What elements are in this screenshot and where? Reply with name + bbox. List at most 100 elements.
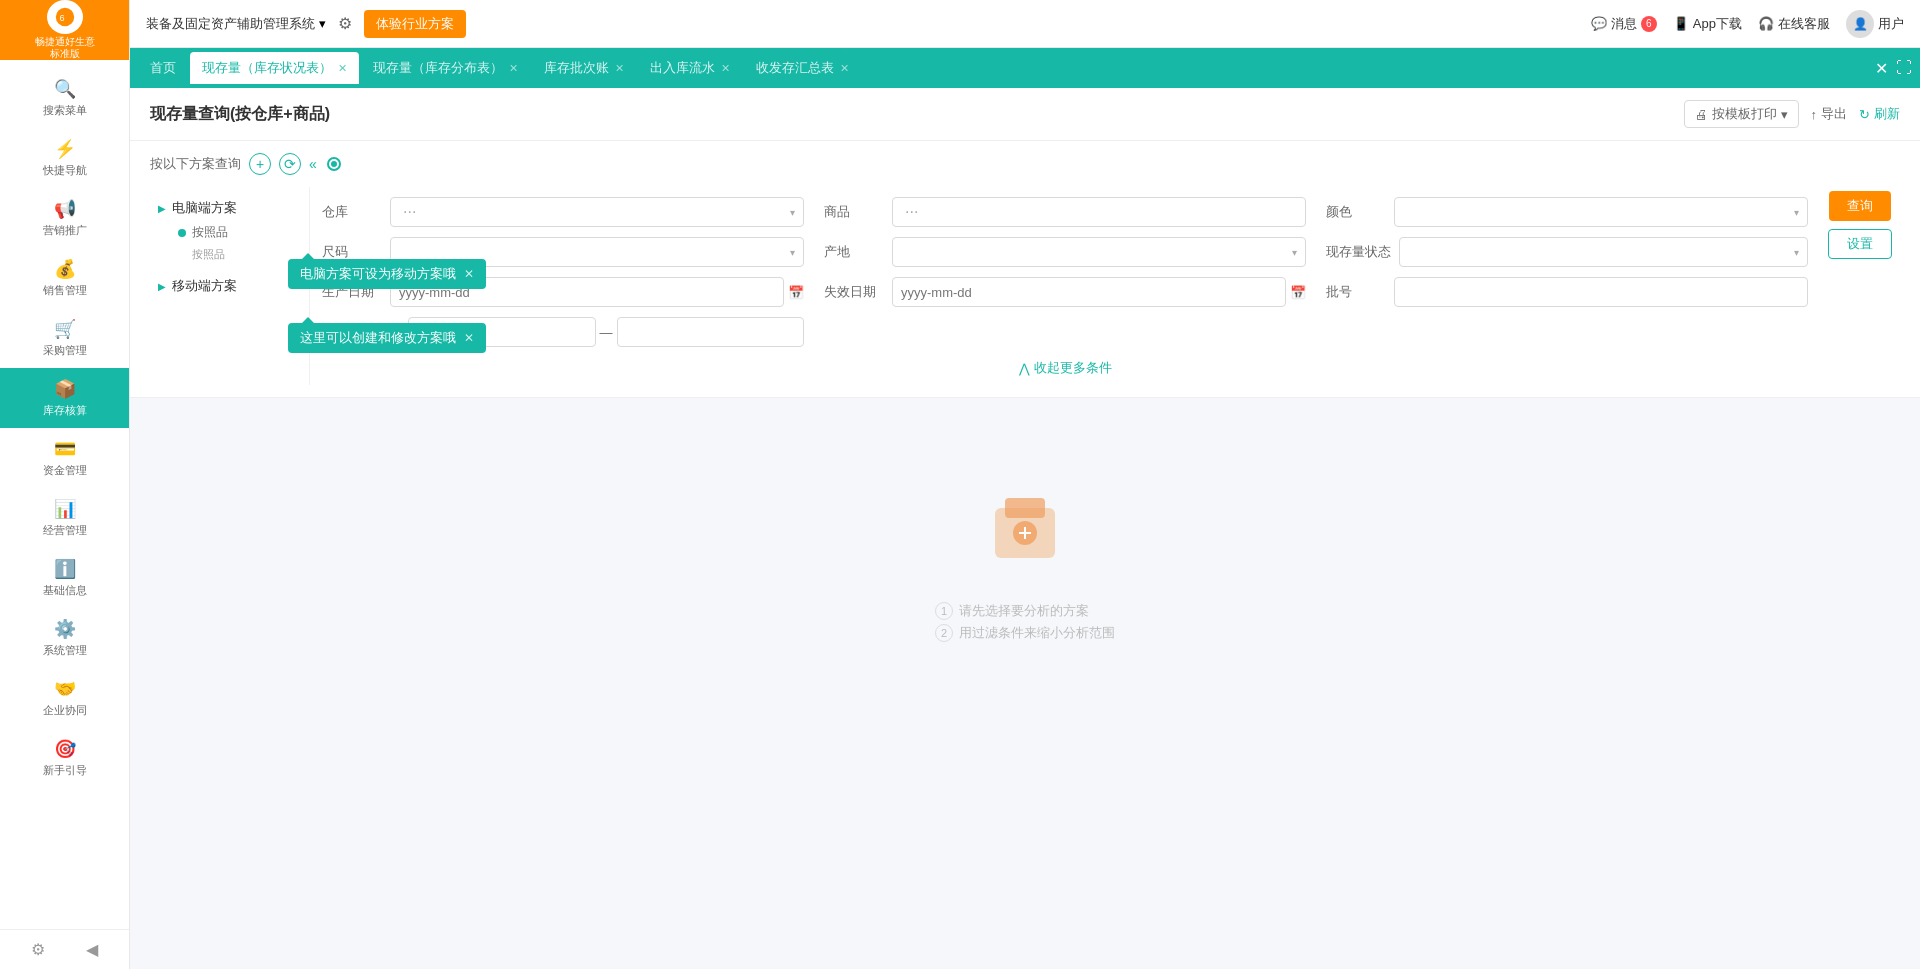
app-download-action[interactable]: 📱 App下载 — [1673, 15, 1742, 33]
scheme-pc-item[interactable]: ▶ 电脑端方案 — [158, 195, 301, 221]
support-icon: 🎧 — [1758, 16, 1774, 31]
online-support-action[interactable]: 🎧 在线客服 — [1758, 15, 1830, 33]
sidebar-item-search[interactable]: 🔍 搜索菜单 — [0, 68, 129, 128]
tab-inventory-status[interactable]: 现存量（库存状况表） ✕ — [190, 52, 359, 84]
online-support-label: 在线客服 — [1778, 15, 1830, 33]
phone-icon: 📱 — [1673, 16, 1689, 31]
filter-field-expiry-date: 失效日期 📅 — [824, 277, 1306, 307]
tab-inventory-dist[interactable]: 现存量（库存分布表） ✕ — [361, 52, 530, 84]
sidebar-item-enterprise[interactable]: 🤝 企业协同 — [0, 668, 129, 728]
color-label: 颜色 — [1326, 203, 1386, 221]
tab-close-icon[interactable]: ✕ — [721, 62, 730, 75]
empty-illustration — [975, 478, 1075, 578]
origin-arrow-icon: ▾ — [1292, 247, 1297, 258]
sidebar-item-marketing[interactable]: 📢 营销推广 — [0, 188, 129, 248]
filter-grid-row4: 现存量（主） — — [322, 317, 1808, 347]
dropdown-arrow-icon: ▾ — [319, 16, 326, 31]
sidebar-bottom: ⚙ ◀ — [0, 929, 129, 969]
dropdown-arrow-icon: ▾ — [1781, 107, 1788, 122]
search-button[interactable]: 查询 — [1829, 191, 1891, 221]
tab-close-icon[interactable]: ✕ — [509, 62, 518, 75]
warehouse-select[interactable]: ··· ▾ — [390, 197, 804, 227]
messages-badge: 6 — [1641, 16, 1657, 32]
settings-bottom-icon[interactable]: ⚙ — [31, 940, 45, 959]
collapse-icon[interactable]: ◀ — [86, 940, 98, 959]
scheme-goods-item[interactable]: 按照品 — [178, 244, 301, 265]
tooltip-edit-close[interactable]: ✕ — [464, 331, 474, 345]
expiry-date-start-input[interactable] — [892, 277, 1286, 307]
warehouse-label: 仓库 — [322, 203, 382, 221]
expiry-date-calendar-icon[interactable]: 📅 — [1290, 285, 1306, 300]
tab-label: 收发存汇总表 — [756, 59, 834, 77]
finance-icon: 💳 — [54, 438, 76, 460]
tab-batch[interactable]: 库存批次账 ✕ — [532, 52, 636, 84]
batch-input[interactable] — [1394, 277, 1808, 307]
refresh-icon: ↻ — [1859, 107, 1870, 122]
collapse-more-conditions[interactable]: ⋀ 收起更多条件 — [322, 351, 1808, 385]
sidebar-item-label: 搜索菜单 — [43, 103, 87, 118]
settings-icon[interactable]: ⚙ — [338, 14, 352, 33]
tab-close-icon[interactable]: ✕ — [338, 62, 347, 75]
tab-home[interactable]: 首页 — [138, 52, 188, 84]
tooltip-pc-text: 电脑方案可设为移动方案哦 — [300, 265, 456, 283]
print-icon: 🖨 — [1695, 107, 1708, 122]
color-select[interactable]: ▾ — [1394, 197, 1808, 227]
tab-label: 出入库流水 — [650, 59, 715, 77]
tab-summary[interactable]: 收发存汇总表 ✕ — [744, 52, 861, 84]
origin-select[interactable]: ▾ — [892, 237, 1306, 267]
sidebar-item-label: 系统管理 — [43, 643, 87, 658]
system-name-selector[interactable]: 装备及固定资产辅助管理系统 ▾ — [146, 15, 326, 33]
scheme-default-item[interactable]: 按照品 — [178, 221, 301, 244]
filter-scheme-panel: ▶ 电脑端方案 按照品 按照品 ▶ 移动端方案 — [150, 187, 310, 385]
tab-expand-icon[interactable]: ⛶ — [1896, 59, 1912, 77]
goods-dots: ··· — [905, 203, 918, 221]
sidebar-item-system[interactable]: ⚙️ 系统管理 — [0, 608, 129, 668]
messages-action[interactable]: 💬 消息 6 — [1591, 15, 1657, 33]
tooltip-pc-close[interactable]: ✕ — [464, 267, 474, 281]
refresh-label: 刷新 — [1874, 105, 1900, 123]
tab-label: 现存量（库存分布表） — [373, 59, 503, 77]
scheme-pc-sub: 按照品 按照品 — [158, 221, 301, 265]
tab-close-all-icon[interactable]: ✕ — [1875, 59, 1888, 78]
tab-close-icon[interactable]: ✕ — [840, 62, 849, 75]
scheme-tree: ▶ 电脑端方案 按照品 按照品 ▶ 移动端方案 — [158, 195, 301, 307]
sidebar-item-inventory[interactable]: 📦 库存核算 — [0, 368, 129, 428]
size-arrow-icon: ▾ — [790, 247, 795, 258]
search-icon: 🔍 — [54, 78, 76, 100]
export-button[interactable]: ↑ 导出 — [1811, 105, 1848, 123]
app-download-label: App下载 — [1693, 15, 1742, 33]
sidebar-item-sales[interactable]: 💰 销售管理 — [0, 248, 129, 308]
tab-inout-flow[interactable]: 出入库流水 ✕ — [638, 52, 742, 84]
filter-back-button[interactable]: « — [309, 156, 317, 172]
scheme-mobile-item[interactable]: ▶ 移动端方案 — [158, 273, 301, 299]
experience-button[interactable]: 体验行业方案 — [364, 10, 466, 38]
filter-scheme-button[interactable]: ⟳ — [279, 153, 301, 175]
template-print-button[interactable]: 🖨 按模板打印 ▾ — [1684, 100, 1799, 128]
sidebar-item-operations[interactable]: 📊 经营管理 — [0, 488, 129, 548]
sidebar-item-nav[interactable]: ⚡ 快捷导航 — [0, 128, 129, 188]
filter-field-stock-status: 现存量状态 ▾ — [1326, 237, 1808, 267]
sidebar: 6 畅捷通好生意 标准版 🔍 搜索菜单 ⚡ 快捷导航 📢 营销推广 💰 销售管理… — [0, 0, 130, 969]
page-area: 现存量查询(按仓库+商品) 🖨 按模板打印 ▾ ↑ 导出 ↻ 刷新 — [130, 88, 1920, 969]
empty-tips: 1 请先选择要分析的方案 2 用过滤条件来缩小分析范围 — [935, 598, 1115, 646]
sidebar-nav: 🔍 搜索菜单 ⚡ 快捷导航 📢 营销推广 💰 销售管理 🛒 采购管理 📦 库存核… — [0, 60, 129, 929]
filter-grid-row1: 仓库 ··· ▾ 商品 ··· — [322, 197, 1808, 227]
sidebar-item-finance[interactable]: 💳 资金管理 — [0, 428, 129, 488]
user-area[interactable]: 👤 用户 — [1846, 10, 1904, 38]
sidebar-item-guide[interactable]: 🎯 新手引导 — [0, 728, 129, 788]
reset-button[interactable]: 设置 — [1828, 229, 1892, 259]
logo-text: 畅捷通好生意 标准版 — [35, 36, 95, 60]
sidebar-item-basic-info[interactable]: ℹ️ 基础信息 — [0, 548, 129, 608]
goods-select[interactable]: ··· — [892, 197, 1306, 227]
stock-qty-max-input[interactable] — [617, 317, 805, 347]
prod-date-start-calendar-icon[interactable]: 📅 — [788, 285, 804, 300]
page-header-actions: 🖨 按模板打印 ▾ ↑ 导出 ↻ 刷新 — [1684, 100, 1901, 128]
tab-close-icon[interactable]: ✕ — [615, 62, 624, 75]
info-icon: ℹ️ — [54, 558, 76, 580]
filter-actions-column: 查询 设置 — [1820, 187, 1900, 385]
filter-add-button[interactable]: + — [249, 153, 271, 175]
refresh-button[interactable]: ↻ 刷新 — [1859, 105, 1900, 123]
purchase-icon: 🛒 — [54, 318, 76, 340]
sidebar-item-purchase[interactable]: 🛒 采购管理 — [0, 308, 129, 368]
stock-status-select[interactable]: ▾ — [1399, 237, 1808, 267]
